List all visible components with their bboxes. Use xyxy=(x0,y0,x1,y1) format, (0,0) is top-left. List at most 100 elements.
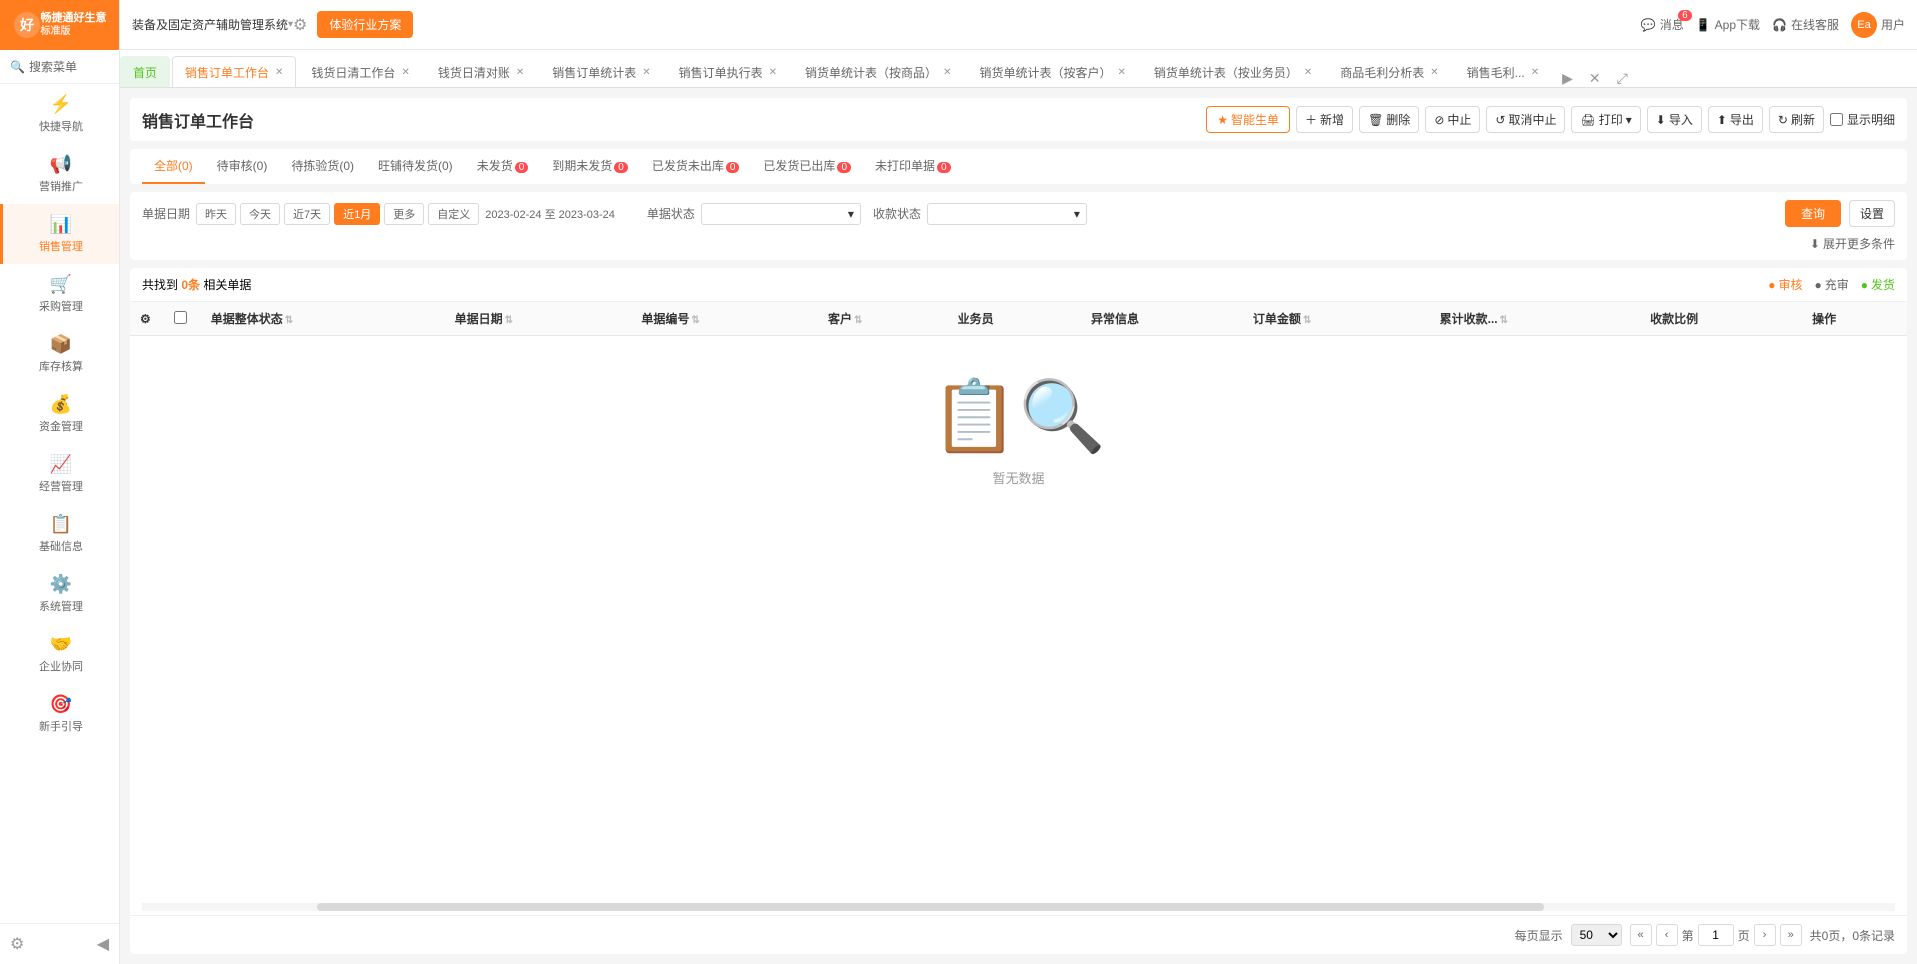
sub-tab-shipped-out[interactable]: 已发货已出库0 xyxy=(751,149,863,184)
next-page-btn[interactable]: › xyxy=(1754,924,1776,946)
cancel-stop-btn[interactable]: ↺ 取消中止 xyxy=(1486,106,1565,133)
refresh-btn[interactable]: ↻ 刷新 xyxy=(1769,106,1824,133)
sidebar-item-inventory[interactable]: 📦 库存核算 xyxy=(0,324,119,384)
tab-sales-staff[interactable]: 销货单统计表（按业务员） ✕ xyxy=(1141,56,1325,88)
tab-close-icon[interactable]: ✕ xyxy=(401,67,409,78)
sidebar-item-operations[interactable]: 📈 经营管理 xyxy=(0,444,119,504)
system-title: 装备及固定资产辅助管理系统 xyxy=(132,16,288,33)
sub-tab-wangpu[interactable]: 旺铺待发货(0) xyxy=(366,149,465,184)
tab-label: 销货单统计表（按客户） xyxy=(979,64,1111,81)
show-detail-checkbox[interactable] xyxy=(1830,113,1843,126)
finance-icon: 💰 xyxy=(50,394,72,415)
tab-cash-daily[interactable]: 钱货日清工作台 ✕ xyxy=(298,56,422,88)
page-input[interactable] xyxy=(1698,924,1734,946)
add-icon: ＋ xyxy=(1305,111,1317,128)
export-icon: ⬆ xyxy=(1717,113,1727,127)
settings-icon[interactable]: ⚙ xyxy=(293,15,307,35)
today-btn[interactable]: 今天 xyxy=(240,203,280,225)
sub-tab-overdue-ship[interactable]: 到期未发货0 xyxy=(540,149,640,184)
tab-expand-btn[interactable]: ⤢ xyxy=(1609,70,1636,87)
sidebar-item-sales[interactable]: 📊 销售管理 xyxy=(0,204,119,264)
smart-btn[interactable]: ★ 智能生单 xyxy=(1206,106,1290,133)
sub-tab-shipped-not-out[interactable]: 已发货未出库0 xyxy=(640,149,752,184)
tab-profit-analysis[interactable]: 商品毛利分析表 ✕ xyxy=(1327,56,1451,88)
yesterday-btn[interactable]: 昨天 xyxy=(196,203,236,225)
select-all-checkbox[interactable] xyxy=(174,311,187,324)
sub-tab-not-shipped[interactable]: 未发货0 xyxy=(465,149,541,184)
scrollbar-area[interactable] xyxy=(142,903,1895,911)
tab-home[interactable]: 首页 xyxy=(120,56,170,88)
last-month-btn[interactable]: 近1月 xyxy=(334,203,380,225)
payment-filter: 收款状态 ▾ xyxy=(873,203,1087,225)
tab-sales-profit[interactable]: 销售毛利... ✕ xyxy=(1454,56,1552,88)
sidebar-item-finance[interactable]: 💰 资金管理 xyxy=(0,384,119,444)
date-filter: 单据日期 昨天 今天 近7天 近1月 更多 自定义 2023-02-24 至 2… xyxy=(142,203,615,225)
tab-close-icon[interactable]: ✕ xyxy=(1117,67,1125,78)
tab-close-all-btn[interactable]: ✕ xyxy=(1581,70,1609,87)
payment-select[interactable]: ▾ xyxy=(927,203,1087,225)
sidebar-item-enterprise[interactable]: 🤝 企业协同 xyxy=(0,624,119,684)
expand-btn[interactable]: ⬇ 展开更多条件 xyxy=(1810,235,1895,252)
last7-btn[interactable]: 近7天 xyxy=(284,203,330,225)
tab-sales-customer[interactable]: 销货单统计表（按客户） ✕ xyxy=(966,56,1138,88)
last-page-btn[interactable]: » xyxy=(1780,924,1802,946)
logo-line1: 畅捷通好生意 xyxy=(41,12,107,25)
batch-cancel-btn[interactable]: ● 充审 xyxy=(1814,276,1848,293)
batch-ship-btn[interactable]: ● 发货 xyxy=(1861,276,1895,293)
first-page-btn[interactable]: « xyxy=(1630,924,1652,946)
tab-close-icon[interactable]: ✕ xyxy=(1430,67,1438,78)
tab-sales-exec[interactable]: 销售订单执行表 ✕ xyxy=(666,56,790,88)
message-item[interactable]: 💬 消息 6 xyxy=(1641,16,1684,33)
sub-tab-all[interactable]: 全部(0) xyxy=(142,149,205,184)
tab-sales-workbench[interactable]: 销售订单工作台 ✕ xyxy=(172,56,296,88)
import-btn[interactable]: ⬇ 导入 xyxy=(1647,106,1702,133)
app-download-item[interactable]: 📱 App下载 xyxy=(1696,16,1760,33)
query-btn[interactable]: 查询 xyxy=(1785,200,1841,227)
more-date-btn[interactable]: 更多 xyxy=(384,203,424,225)
page-label: 第 xyxy=(1682,927,1694,944)
tab-close-icon[interactable]: ✕ xyxy=(1531,67,1539,78)
prev-page-btn[interactable]: ‹ xyxy=(1656,924,1678,946)
add-btn[interactable]: ＋ 新增 xyxy=(1296,106,1353,133)
experience-btn[interactable]: 体验行业方案 xyxy=(317,11,413,38)
sidebar-item-label: 企业协同 xyxy=(39,658,83,674)
sidebar-item-marketing[interactable]: 📢 营销推广 xyxy=(0,144,119,204)
sub-tab-pending-inspect[interactable]: 待拣验货(0) xyxy=(279,149,366,184)
user-item[interactable]: Ea 用户 xyxy=(1851,12,1905,38)
stop-btn[interactable]: ⊘ 中止 xyxy=(1425,106,1480,133)
tab-cash-reconcile[interactable]: 钱货日清对账 ✕ xyxy=(425,56,537,88)
tab-close-icon[interactable]: ✕ xyxy=(275,67,283,78)
online-service-item[interactable]: 🎧 在线客服 xyxy=(1772,16,1839,33)
tab-label: 钱货日清工作台 xyxy=(311,64,395,81)
sidebar-item-base-info[interactable]: 📋 基础信息 xyxy=(0,504,119,564)
search-menu[interactable]: 🔍 搜索菜单 xyxy=(0,50,119,84)
sidebar-item-guide[interactable]: 🎯 新手引导 xyxy=(0,684,119,744)
sidebar-item-system[interactable]: ⚙️ 系统管理 xyxy=(0,564,119,624)
tab-close-icon[interactable]: ✕ xyxy=(1304,67,1312,78)
tab-sales-stats[interactable]: 销售订单统计表 ✕ xyxy=(539,56,663,88)
status-select[interactable]: ▾ xyxy=(701,203,861,225)
th-number: 单据编号⇅ xyxy=(631,302,818,336)
footer-settings-icon[interactable]: ⚙ xyxy=(10,934,24,954)
tab-sales-goods[interactable]: 销货单统计表（按商品） ✕ xyxy=(792,56,964,88)
tab-close-icon[interactable]: ✕ xyxy=(769,67,777,78)
footer-collapse-icon[interactable]: ◀ xyxy=(97,934,109,954)
sub-tab-not-printed[interactable]: 未打印单据0 xyxy=(863,149,963,184)
custom-date-btn[interactable]: 自定义 xyxy=(428,203,479,225)
per-page-select[interactable]: 50 10 20 100 xyxy=(1571,924,1622,946)
batch-audit-btn[interactable]: ● 审核 xyxy=(1768,276,1802,293)
export-btn[interactable]: ⬆ 导出 xyxy=(1708,106,1763,133)
scrollbar-thumb[interactable] xyxy=(317,903,1544,911)
delete-btn[interactable]: 🗑 删除 xyxy=(1359,106,1419,133)
sidebar-item-quick-nav[interactable]: ⚡ 快捷导航 xyxy=(0,84,119,144)
sub-tab-pending-audit[interactable]: 待审核(0) xyxy=(205,149,280,184)
print-btn[interactable]: 🖨 打印 ▾ xyxy=(1571,106,1640,133)
filter-settings-btn[interactable]: 设置 xyxy=(1849,200,1895,227)
tab-close-icon[interactable]: ✕ xyxy=(642,67,650,78)
tab-close-icon[interactable]: ✕ xyxy=(943,67,951,78)
tab-close-icon[interactable]: ✕ xyxy=(516,67,524,78)
tab-home-label: 首页 xyxy=(133,64,157,81)
sort-icon: ⇅ xyxy=(285,315,293,326)
sidebar-item-purchase[interactable]: 🛒 采购管理 xyxy=(0,264,119,324)
tab-more-btn[interactable]: ▶ xyxy=(1554,70,1581,87)
